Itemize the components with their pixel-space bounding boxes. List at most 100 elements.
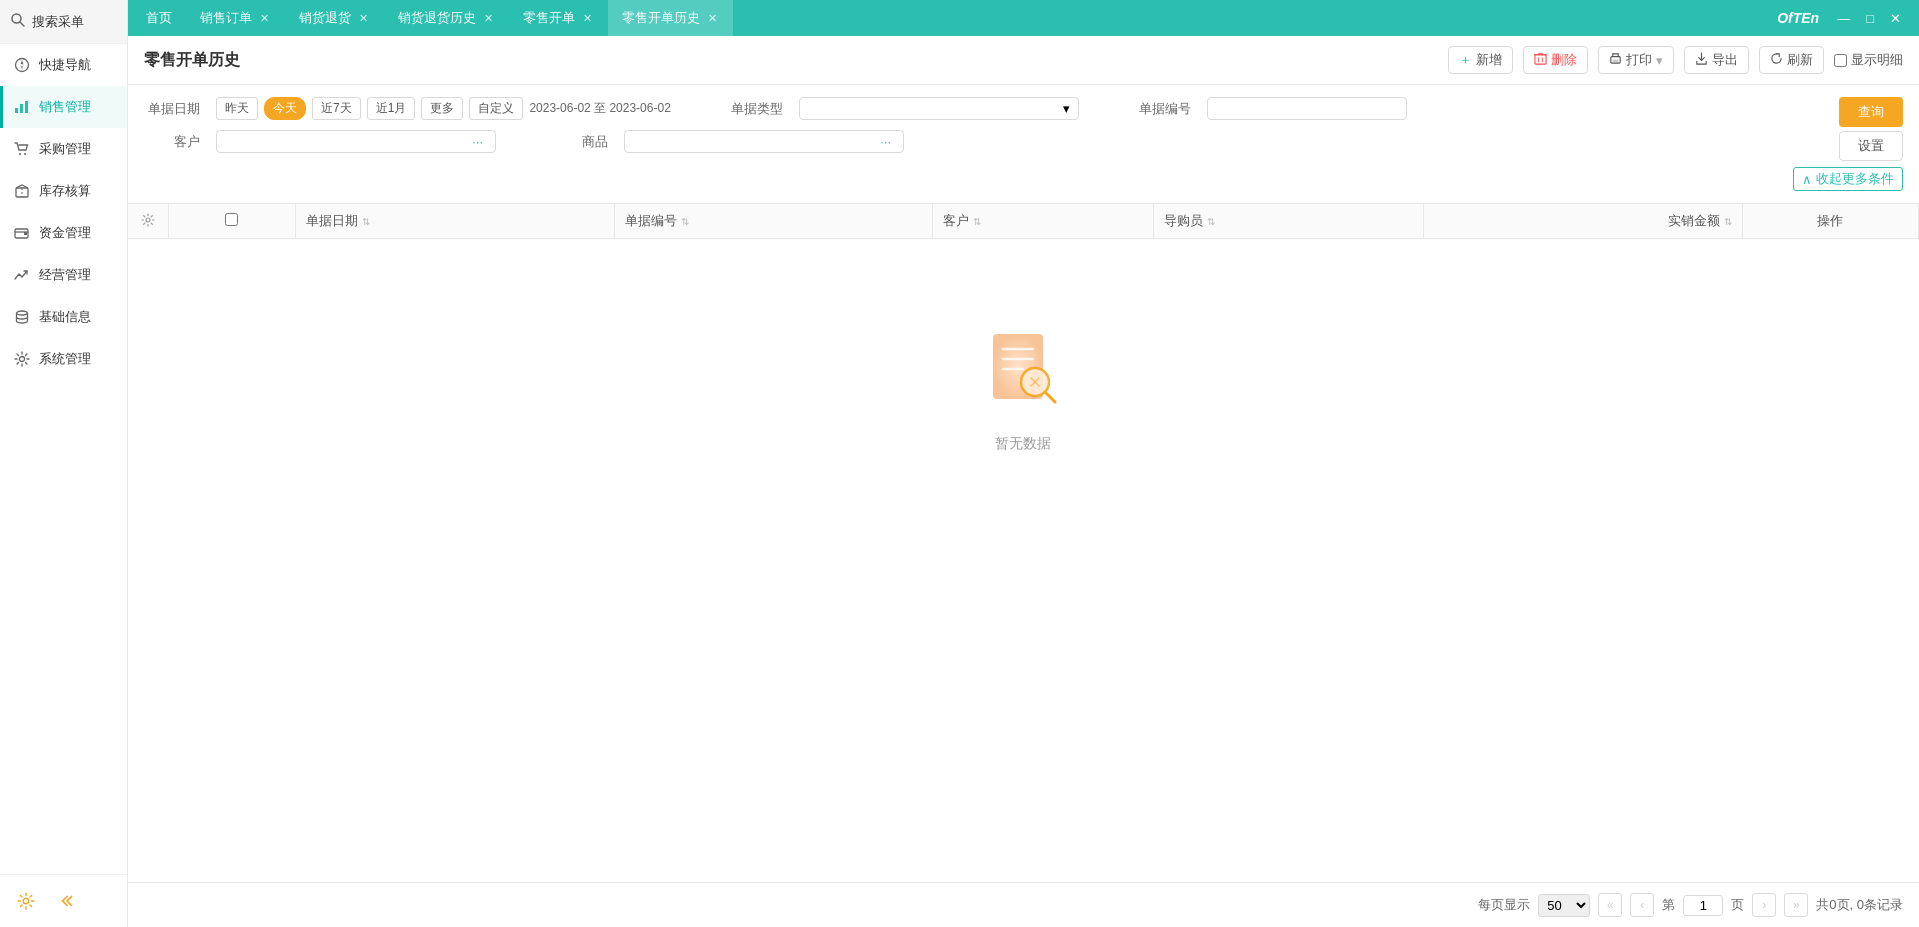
date-btn-yesterday[interactable]: 昨天 (216, 97, 258, 120)
database-icon (13, 308, 31, 326)
type-filter-select[interactable]: ▾ (799, 97, 1079, 120)
tab-home-label: 首页 (146, 9, 172, 27)
goods-filter-input[interactable]: ··· (624, 130, 904, 153)
svg-line-1 (20, 22, 24, 26)
table-area: 单据日期 ⇅ 单据编号 ⇅ 客户 (128, 204, 1919, 882)
filter-settings-button[interactable]: 设置 (1839, 131, 1903, 161)
page-number-input[interactable] (1683, 895, 1723, 916)
export-button[interactable]: 导出 (1684, 46, 1749, 74)
minimize-btn[interactable]: — (1831, 9, 1856, 28)
number-filter-input[interactable] (1207, 97, 1407, 120)
refresh-button[interactable]: 刷新 (1759, 46, 1824, 74)
print-icon (1609, 52, 1622, 68)
close-btn[interactable]: ✕ (1884, 9, 1907, 28)
footer-settings-btn[interactable] (10, 885, 42, 917)
date-group: 昨天 今天 近7天 近1月 更多 自定义 2023-06-02 至 2023-0… (216, 97, 671, 120)
tab-sales-return-history[interactable]: 销货退货历史 ✕ (384, 0, 509, 36)
tab-retail-open-history-label: 零售开单历史 (622, 9, 700, 27)
sidebar-item-label: 快捷导航 (39, 56, 91, 74)
svg-point-23 (146, 218, 150, 222)
select-all-checkbox[interactable] (225, 213, 238, 226)
page-title: 零售开单历史 (144, 50, 240, 71)
sidebar-item-label: 系统管理 (39, 350, 91, 368)
bar-chart-icon (13, 98, 31, 116)
sidebar-item-system[interactable]: 系统管理 (0, 338, 127, 380)
query-button[interactable]: 查询 (1839, 97, 1903, 127)
tab-retail-open-history-close[interactable]: ✕ (706, 12, 719, 25)
brand-label: OfTEn (1777, 10, 1819, 26)
page-size-select[interactable]: 10 20 50 100 (1538, 894, 1590, 917)
collapse-button[interactable]: ∧ 收起更多条件 (1793, 167, 1903, 191)
last-page-btn[interactable]: » (1784, 893, 1808, 917)
box-icon (13, 182, 31, 200)
delete-button[interactable]: 删除 (1523, 46, 1588, 74)
svg-rect-22 (1613, 59, 1619, 62)
filter-area: 单据日期 昨天 今天 近7天 近1月 更多 自定义 2023-06-02 至 2… (128, 85, 1919, 204)
sidebar-item-label: 库存核算 (39, 182, 91, 200)
sidebar-search-label: 搜索采单 (32, 13, 84, 31)
date-btn-more[interactable]: 更多 (421, 97, 463, 120)
window-actions: OfTEn — □ ✕ (1777, 9, 1915, 28)
refresh-icon (1770, 52, 1783, 68)
sidebar-item-quick-nav[interactable]: 快捷导航 (0, 44, 127, 86)
sidebar-item-inventory[interactable]: 库存核算 (0, 170, 127, 212)
query-buttons: 查询 设置 (1839, 97, 1903, 161)
page-word: 第 (1662, 896, 1675, 914)
tab-sales-return-label: 销货退货 (299, 9, 351, 27)
svg-point-15 (20, 357, 25, 362)
tab-sales-order[interactable]: 销售订单 ✕ (186, 0, 285, 36)
total-info: 共0页, 0条记录 (1816, 896, 1903, 914)
sidebar-item-finance[interactable]: 资金管理 (0, 212, 127, 254)
th-date-label: 单据日期 (306, 212, 358, 230)
th-gear[interactable] (128, 204, 168, 239)
th-customer-label: 客户 (943, 212, 969, 230)
sidebar-item-basic-info[interactable]: 基础信息 (0, 296, 127, 338)
tab-retail-open[interactable]: 零售开单 ✕ (509, 0, 608, 36)
tab-sales-order-close[interactable]: ✕ (258, 12, 271, 25)
tab-retail-open-history[interactable]: 零售开单历史 ✕ (608, 0, 733, 36)
date-btn-today[interactable]: 今天 (264, 97, 306, 120)
tab-sales-order-label: 销售订单 (200, 9, 252, 27)
top-nav: 首页 销售订单 ✕ 销货退货 ✕ 销货退货历史 ✕ 零售开单 ✕ 零售开单历史 … (128, 0, 1919, 36)
sidebar-item-sales-mgmt[interactable]: 销售管理 (0, 86, 127, 128)
tab-sales-return[interactable]: 销货退货 ✕ (285, 0, 384, 36)
maximize-btn[interactable]: □ (1860, 9, 1880, 28)
next-page-btn[interactable]: › (1752, 893, 1776, 917)
empty-state: 暂无数据 (128, 239, 1919, 533)
sort-date-icon: ⇅ (362, 216, 370, 227)
date-btn-1month[interactable]: 近1月 (367, 97, 416, 120)
tab-sales-return-close[interactable]: ✕ (357, 12, 370, 25)
add-button[interactable]: ＋ 新增 (1448, 46, 1513, 74)
tab-home[interactable]: 首页 (132, 0, 186, 36)
print-button[interactable]: 打印 ▾ (1598, 46, 1674, 74)
th-guide[interactable]: 导购员 ⇅ (1154, 204, 1424, 239)
goods-dots[interactable]: ··· (876, 134, 895, 149)
page-header: 零售开单历史 ＋ 新增 删除 打印 ▾ (128, 36, 1919, 85)
compass-icon (13, 56, 31, 74)
sidebar-search[interactable]: 搜索采单 (0, 0, 127, 44)
display-detail-checkbox[interactable] (1834, 54, 1847, 67)
date-btn-custom[interactable]: 自定义 (469, 97, 523, 120)
th-date[interactable]: 单据日期 ⇅ (295, 204, 614, 239)
footer-collapse-btn[interactable] (50, 885, 82, 917)
first-page-btn[interactable]: « (1598, 893, 1622, 917)
customer-filter-input[interactable]: ··· (216, 130, 496, 153)
th-amount[interactable]: 实销金额 ⇅ (1424, 204, 1743, 239)
display-detail-toggle[interactable]: 显示明细 (1834, 51, 1903, 69)
tab-retail-open-close[interactable]: ✕ (581, 12, 594, 25)
page-header-actions: ＋ 新增 删除 打印 ▾ (1448, 46, 1903, 74)
sidebar-item-purchase-mgmt[interactable]: 采购管理 (0, 128, 127, 170)
date-filter-label: 单据日期 (144, 100, 200, 118)
sidebar: 搜索采单 快捷导航 销售管理 采购管理 库存核算 (0, 0, 128, 927)
th-checkbox[interactable] (168, 204, 295, 239)
chevron-down-icon: ▾ (1063, 101, 1070, 116)
th-customer[interactable]: 客户 ⇅ (933, 204, 1154, 239)
sidebar-item-operations[interactable]: 经营管理 (0, 254, 127, 296)
date-btn-7days[interactable]: 近7天 (312, 97, 361, 120)
th-number[interactable]: 单据编号 ⇅ (614, 204, 933, 239)
prev-page-btn[interactable]: ‹ (1630, 893, 1654, 917)
settings-icon (13, 350, 31, 368)
tab-sales-return-history-close[interactable]: ✕ (482, 12, 495, 25)
customer-dots[interactable]: ··· (468, 134, 487, 149)
type-filter-label: 单据类型 (727, 100, 783, 118)
